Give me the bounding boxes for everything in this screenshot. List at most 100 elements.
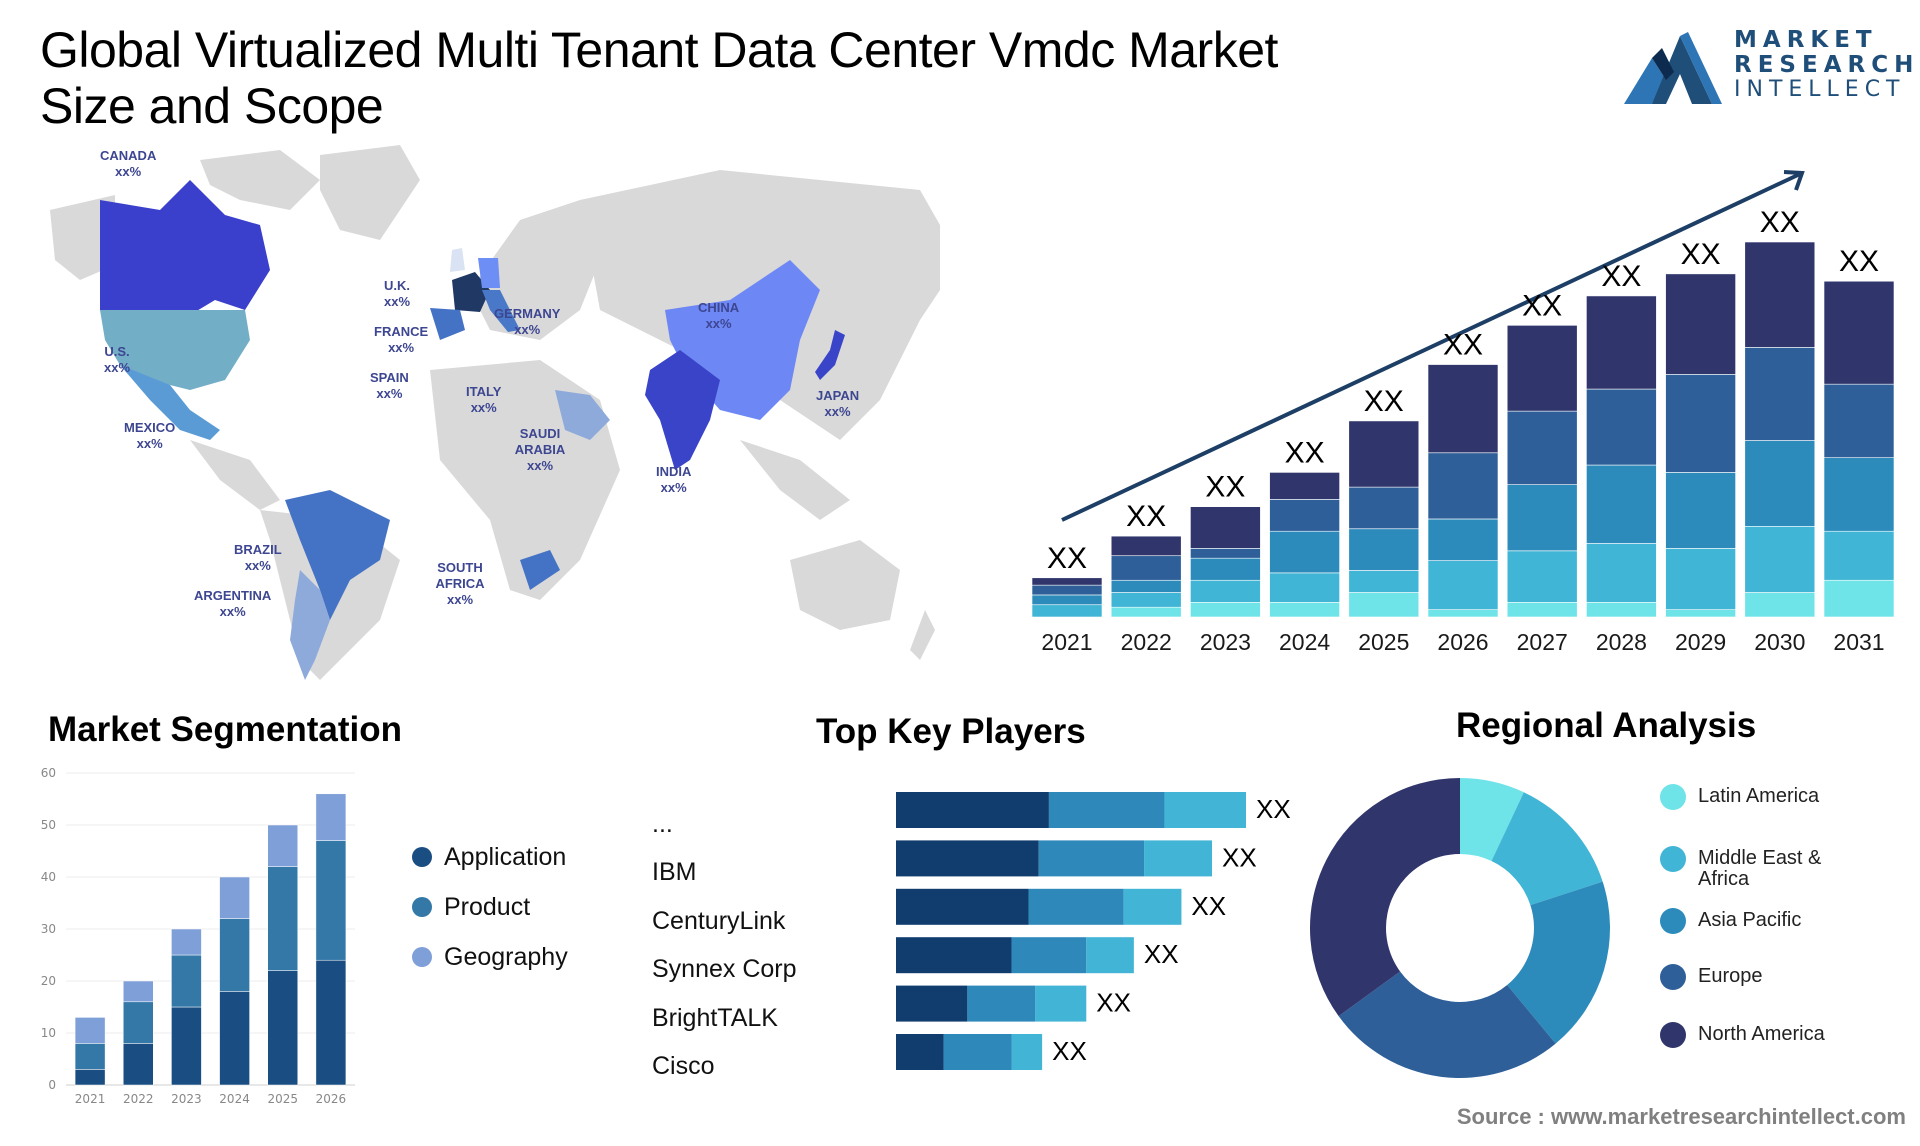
segmentation-chart: 0 10 20 30 40 50 60 2021 2022 2023 2024 2025 2026 xyxy=(41,766,355,1106)
growth-bar-segment xyxy=(1190,548,1261,559)
player-bar-segment xyxy=(1164,792,1246,828)
seg-legend-label: Application xyxy=(444,842,567,871)
seg-bar-product xyxy=(171,954,202,1008)
growth-bar-segment xyxy=(1110,606,1182,618)
player-data-label: XX xyxy=(1256,794,1291,824)
seg-y-tick-label: 40 xyxy=(41,870,56,884)
players-chart: XX XX XX XX XX XX xyxy=(896,792,1291,1070)
market-growth-chart: XX 2021 XX 2022 XX 2023 XX 2024 XX 2025 XX 2026 XX 20… xyxy=(1031,170,1895,655)
legend-dot-icon xyxy=(412,897,432,917)
player-bar-segment xyxy=(1144,840,1213,877)
growth-bar-2026 xyxy=(1427,364,1499,618)
regional-legend-label: Latin America xyxy=(1698,785,1820,807)
growth-bar-segment xyxy=(1190,506,1261,549)
growth-bar-2031 xyxy=(1823,280,1895,618)
map-label-uk: U.K. xx% xyxy=(384,278,411,309)
legend-dot-icon xyxy=(1660,846,1686,872)
player-data-label: XX xyxy=(1144,939,1179,969)
seg-bar-application xyxy=(267,970,298,1086)
regional-legend-label: Middle East & Africa xyxy=(1698,847,1822,890)
growth-bar-2023 xyxy=(1190,506,1261,618)
seg-x-tick-label: 2026 xyxy=(316,1092,347,1106)
growth-bar-segment xyxy=(1269,530,1340,574)
map-label-argentina: ARGENTINA xx% xyxy=(194,588,272,619)
growth-bar-segment xyxy=(1031,604,1103,618)
map-label-italy: ITALY xx% xyxy=(466,384,502,415)
greenland-shape xyxy=(320,145,420,240)
growth-bar-segment xyxy=(1586,543,1657,603)
growth-data-label: XX xyxy=(1760,206,1800,239)
player-bar-segment xyxy=(896,1034,944,1070)
seg-y-tick-label: 10 xyxy=(41,1026,56,1040)
growth-x-tick-label: 2030 xyxy=(1754,629,1805,655)
growth-data-label: XX xyxy=(1047,542,1087,575)
seg-x-tick-label: 2021 xyxy=(75,1092,106,1106)
regional-legend-item: North America xyxy=(1660,1022,1848,1048)
donut-slice-north-america xyxy=(1310,778,1460,1017)
growth-bar-segment xyxy=(1823,383,1895,458)
growth-bar-segment xyxy=(1506,410,1578,485)
players-title: Top Key Players xyxy=(816,712,1086,751)
growth-bar-segment xyxy=(1744,347,1816,441)
seg-bar-product xyxy=(219,918,250,992)
regional-legend-label: Europe xyxy=(1698,965,1763,987)
growth-x-tick-label: 2021 xyxy=(1041,629,1092,655)
growth-data-label: XX xyxy=(1601,260,1641,293)
seg-bar-application xyxy=(123,1043,154,1086)
central-america-shape xyxy=(190,440,280,510)
regional-legend-item: Middle East & Africa xyxy=(1660,846,1848,890)
map-label-us: U.S. xx% xyxy=(104,344,131,375)
growth-bar-segment xyxy=(1348,420,1420,488)
player-data-label: XX xyxy=(1096,988,1131,1018)
player-bar-segment xyxy=(967,985,1036,1022)
growth-bar-segment xyxy=(1506,550,1578,603)
player-data-label: XX xyxy=(1191,891,1226,921)
page-title: Global Virtualized Multi Tenant Data Cen… xyxy=(40,22,1278,134)
seg-bar-application xyxy=(171,1006,202,1086)
growth-bar-segment xyxy=(1031,577,1103,586)
player-bar-segment xyxy=(896,985,968,1022)
growth-data-label: XX xyxy=(1126,500,1166,533)
player-bar-segment xyxy=(1038,840,1145,877)
growth-data-label: XX xyxy=(1205,471,1245,504)
legend-dot-icon xyxy=(1660,784,1686,810)
seg-bar-product xyxy=(315,840,347,961)
growth-bar-segment xyxy=(1427,452,1499,520)
growth-bar-segment xyxy=(1110,579,1182,593)
growth-bar-segment xyxy=(1665,472,1736,549)
logo-line-3: INTELLECT xyxy=(1734,77,1906,102)
map-label-south-africa: SOUTH AFRICA xx% xyxy=(435,560,485,607)
legend-dot-icon xyxy=(1660,908,1686,934)
spain-shape xyxy=(430,308,465,340)
legend-dot-icon xyxy=(1660,1022,1686,1048)
seg-bar-geography xyxy=(315,793,347,841)
regional-donut-chart xyxy=(1310,778,1610,1078)
seg-bar-product xyxy=(267,866,298,971)
growth-bar-2029 xyxy=(1665,273,1736,618)
seg-x-tick-label: 2023 xyxy=(171,1092,202,1106)
map-label-brazil: BRAZIL xx% xyxy=(234,542,282,573)
new-zealand-shape xyxy=(910,610,935,660)
growth-bar-segment xyxy=(1744,440,1816,527)
seg-x-tick-label: 2025 xyxy=(267,1092,298,1106)
growth-bar-segment xyxy=(1110,555,1182,581)
regional-legend-label: North America xyxy=(1698,1023,1825,1045)
map-label-spain: SPAIN xx% xyxy=(370,370,409,401)
player-bar-segment xyxy=(1123,888,1182,925)
growth-bar-segment xyxy=(1586,388,1657,466)
segmentation-title: Market Segmentation xyxy=(48,710,402,749)
logo: MARKET RESEARCH INTELLECT xyxy=(1622,24,1913,114)
growth-x-tick-label: 2025 xyxy=(1358,629,1409,655)
seg-y-tick-label: 20 xyxy=(41,974,56,988)
regional-legend-item: Latin America xyxy=(1660,784,1848,810)
growth-bar-2022 xyxy=(1110,535,1182,618)
player-bar-segment xyxy=(896,937,1012,974)
growth-x-tick-label: 2024 xyxy=(1279,629,1330,655)
growth-bar-segment xyxy=(1665,548,1736,610)
player-bar-segment xyxy=(896,792,1049,828)
seg-bar-geography xyxy=(171,928,202,956)
logo-line-2: RESEARCH xyxy=(1734,52,1920,78)
growth-bar-segment xyxy=(1506,325,1578,412)
growth-x-tick-label: 2022 xyxy=(1121,629,1172,655)
growth-bar-segment xyxy=(1665,374,1736,473)
